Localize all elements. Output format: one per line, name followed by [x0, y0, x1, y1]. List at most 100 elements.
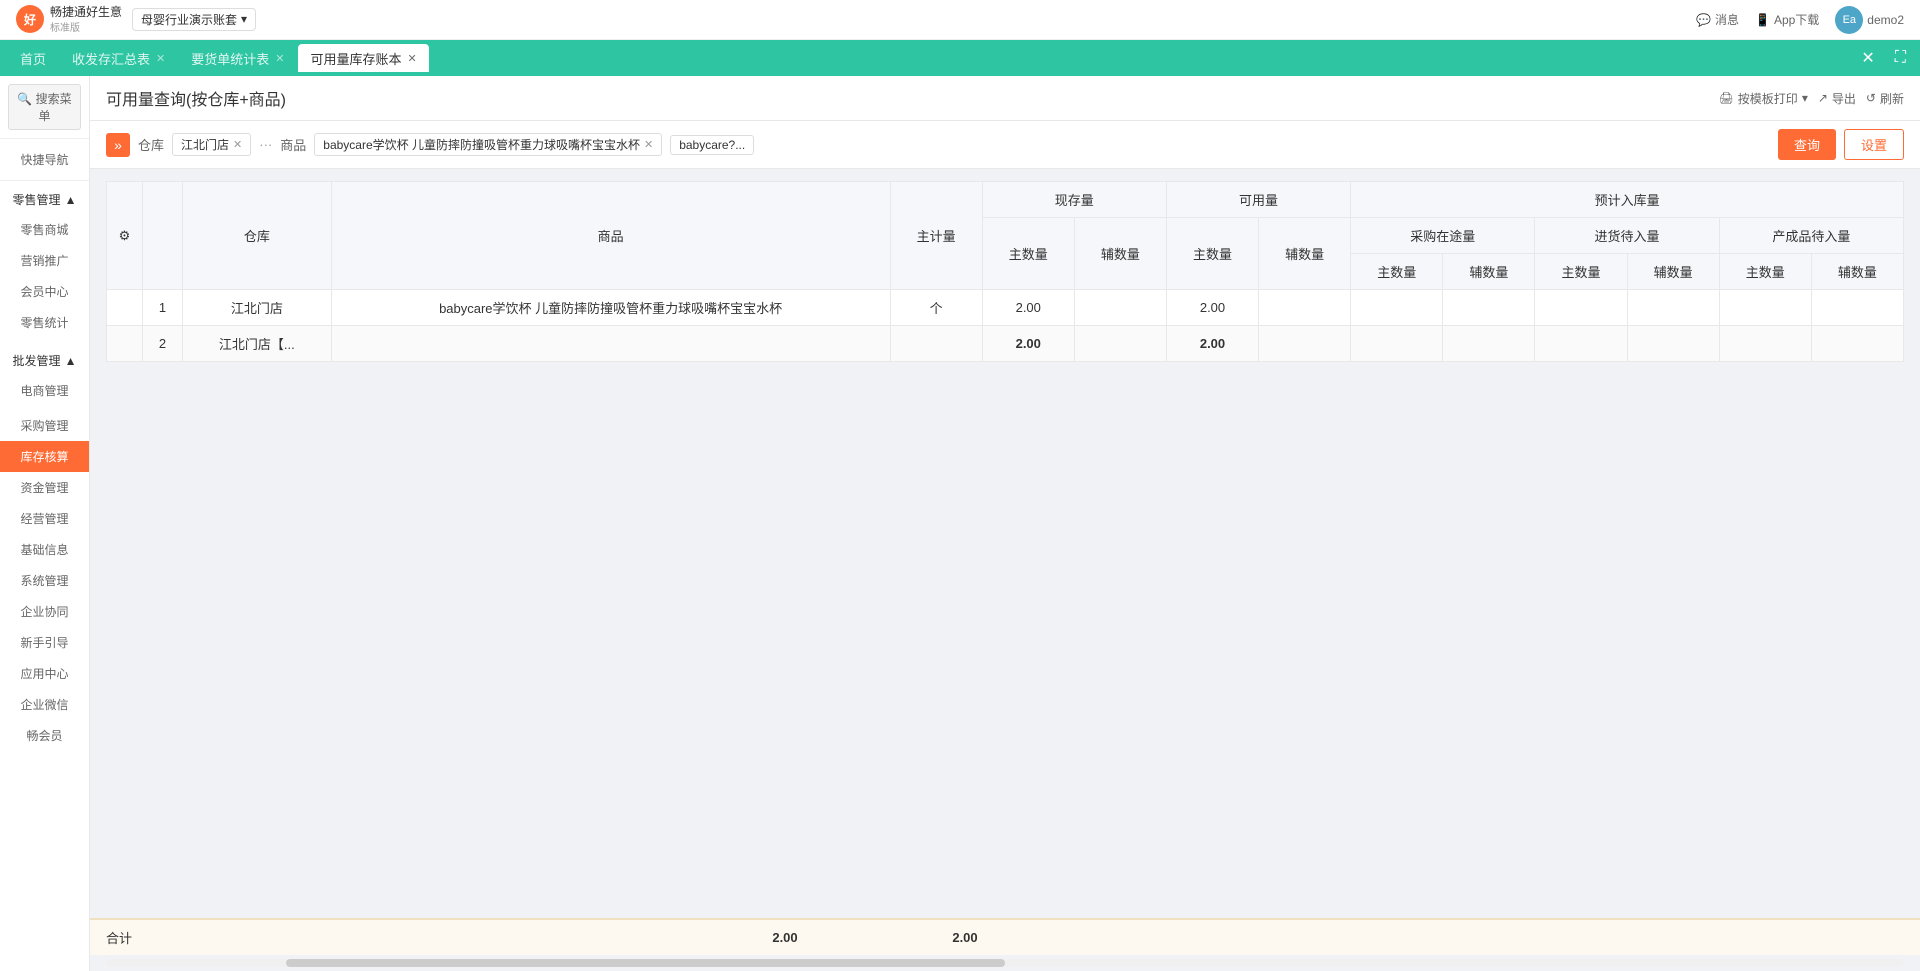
sidebar-item-finance[interactable]: 资金管理 [0, 472, 89, 503]
warehouse-filter-close[interactable]: ✕ [233, 138, 242, 151]
sidebar-item-retail-mall[interactable]: 零售商城 [0, 214, 89, 245]
td-product-main-1 [1719, 290, 1811, 326]
template-print-btn[interactable]: 🖨 按模板打印 ▾ [1719, 90, 1808, 107]
product-filter-value2: babycare?... [679, 138, 745, 152]
tab-fullscreen-btn[interactable]: ⛶ [1889, 47, 1912, 69]
sidebar-item-guide[interactable]: 新手引导 [0, 627, 89, 658]
td-purchase-main-2 [1351, 326, 1443, 362]
chevron-wholesale-icon: ▲ [65, 354, 77, 368]
logo-text: 畅捷通好生意 [50, 5, 122, 19]
sidebar-item-wechat[interactable]: 企业微信 [0, 689, 89, 720]
sidebar-item-member[interactable]: 会员中心 [0, 276, 89, 307]
tab-bar-actions: ✕ ⛶ [1855, 46, 1912, 70]
td-index-2: 2 [143, 326, 183, 362]
sidebar-item-member2[interactable]: 畅会员 [0, 720, 89, 751]
page-header: 可用量查询(按仓库+商品) 🖨 按模板打印 ▾ ↗ 导出 ↺ 刷新 [90, 76, 1920, 121]
footer-stock-main-value: 2.00 [772, 930, 797, 945]
table-row: 2 江北门店【... 2.00 2.00 [107, 326, 1904, 362]
tab-order-stats[interactable]: 要货单统计表 ✕ [179, 44, 296, 72]
th-settings[interactable]: ⚙ [107, 182, 143, 290]
footer-bar: 合计 2.00 2.00 [90, 918, 1920, 955]
sidebar-search-btn[interactable]: 🔍 搜索菜单 [8, 84, 81, 130]
tab-bar: 首页 收发存汇总表 ✕ 要货单统计表 ✕ 可用量库存账本 ✕ ✕ ⛶ [0, 40, 1920, 76]
content-area: 可用量查询(按仓库+商品) 🖨 按模板打印 ▾ ↗ 导出 ↺ 刷新 » [90, 76, 1920, 971]
th-product-aux: 辅数量 [1811, 254, 1903, 290]
footer-label: 合计 [106, 928, 166, 947]
footer-stock-main: 2.00 [740, 930, 830, 945]
td-product-aux-1 [1811, 290, 1903, 326]
sidebar-group-retail: 零售管理 ▲ 零售商城 营销推广 会员中心 零售统计 [0, 181, 89, 342]
warehouse-filter-value: 江北门店 [181, 136, 229, 153]
th-planned-in: 预计入库量 [1351, 182, 1904, 218]
sidebar-item-quick-nav[interactable]: 快捷导航 [0, 145, 89, 174]
footer-avail-main-value: 2.00 [952, 930, 977, 945]
footer-avail-main: 2.00 [920, 930, 1010, 945]
message-btn[interactable]: 💬 消息 [1696, 11, 1739, 28]
td-purchase-aux-2 [1443, 326, 1535, 362]
sidebar-group-wholesale-title[interactable]: 批发管理 ▲ [0, 346, 89, 375]
sidebar-item-marketing[interactable]: 营销推广 [0, 245, 89, 276]
th-current-stock: 现存量 [982, 182, 1166, 218]
sidebar-item-basic-info[interactable]: 基础信息 [0, 534, 89, 565]
tab-order-stats-close[interactable]: ✕ [275, 52, 284, 65]
th-stock-main-qty: 主数量 [982, 218, 1074, 290]
tab-receive-summary-close[interactable]: ✕ [156, 52, 165, 65]
sidebar-item-operations[interactable]: 经营管理 [0, 503, 89, 534]
avatar-text: Ea [1843, 14, 1856, 26]
warehouse-more[interactable]: ··· [259, 137, 272, 152]
td-warehouse-1: 江北门店 [183, 290, 332, 326]
warehouse-filter-tag[interactable]: 江北门店 ✕ [172, 133, 251, 156]
refresh-btn[interactable]: ↺ 刷新 [1866, 90, 1904, 107]
tab-available-stock[interactable]: 可用量库存账本 ✕ [298, 44, 428, 72]
tab-home-label: 首页 [20, 49, 46, 68]
th-purchase-aux: 辅数量 [1443, 254, 1535, 290]
industry-select[interactable]: 母婴行业演示账套 ▾ [132, 8, 256, 31]
export-btn[interactable]: ↗ 导出 [1818, 90, 1856, 107]
td-settings[interactable] [107, 290, 143, 326]
th-main-unit: 主计量 [890, 182, 982, 290]
chevron-print-icon: ▾ [1802, 91, 1808, 105]
export-icon: ↗ [1818, 91, 1828, 105]
product-filter1-close[interactable]: ✕ [644, 138, 653, 151]
setting-button[interactable]: 设置 [1844, 129, 1904, 160]
td-product-aux-2 [1811, 326, 1903, 362]
th-available: 可用量 [1166, 182, 1350, 218]
top-bar-left: 好 畅捷通好生意 标准版 母婴行业演示账套 ▾ [16, 5, 256, 34]
scroll-thumb[interactable] [286, 959, 1005, 967]
th-product: 商品 [331, 182, 890, 290]
tab-receive-summary[interactable]: 收发存汇总表 ✕ [60, 44, 177, 72]
logo-area: 好 畅捷通好生意 标准版 [16, 5, 122, 34]
query-button[interactable]: 查询 [1778, 129, 1836, 160]
chevron-retail-icon: ▲ [65, 193, 77, 207]
page-actions: 🖨 按模板打印 ▾ ↗ 导出 ↺ 刷新 [1719, 90, 1904, 107]
product-filter-tag1[interactable]: babycare学饮杯 儿童防摔防撞吸管杯重力球吸嘴杯宝宝水杯 ✕ [314, 133, 662, 156]
sidebar-item-app-center[interactable]: 应用中心 [0, 658, 89, 689]
tab-home[interactable]: 首页 [8, 44, 58, 72]
avatar: Ea [1835, 6, 1863, 34]
tab-close-all-btn[interactable]: ✕ [1855, 46, 1880, 70]
data-table: ⚙ 仓库 商品 主计量 现存量 可用量 预计入库量 主数量 辅数量 主数量 辅数… [106, 181, 1904, 362]
logo-sub: 标准版 [50, 19, 122, 34]
user-profile[interactable]: Ea demo2 [1835, 6, 1904, 34]
sidebar-item-stock[interactable]: 库存核算 [0, 441, 89, 472]
td-avail-aux-1 [1259, 290, 1351, 326]
td-settings-2[interactable] [107, 326, 143, 362]
th-purchase-main: 主数量 [1351, 254, 1443, 290]
scroll-track[interactable] [106, 959, 1904, 967]
sidebar-item-retail-stats[interactable]: 零售统计 [0, 307, 89, 338]
tab-available-stock-close[interactable]: ✕ [408, 52, 417, 65]
filter-expand-btn[interactable]: » [106, 133, 130, 157]
td-purchase-main-1 [1351, 290, 1443, 326]
app-download-btn[interactable]: 📱 App下载 [1755, 11, 1819, 28]
sidebar-group-retail-title[interactable]: 零售管理 ▲ [0, 185, 89, 214]
sidebar-item-purchase[interactable]: 采购管理 [0, 410, 89, 441]
filter-bar: » 仓库 江北门店 ✕ ··· 商品 babycare学饮杯 儿童防摔防撞吸管杯… [90, 121, 1920, 169]
industry-label: 母婴行业演示账套 [141, 11, 237, 28]
td-goods-main-1 [1535, 290, 1627, 326]
sidebar-item-ecommerce[interactable]: 电商管理 [0, 375, 89, 406]
user-name: demo2 [1867, 13, 1904, 27]
td-purchase-aux-1 [1443, 290, 1535, 326]
product-filter-tag2[interactable]: babycare?... [670, 135, 754, 155]
sidebar-item-enterprise[interactable]: 企业协同 [0, 596, 89, 627]
sidebar-item-system[interactable]: 系统管理 [0, 565, 89, 596]
